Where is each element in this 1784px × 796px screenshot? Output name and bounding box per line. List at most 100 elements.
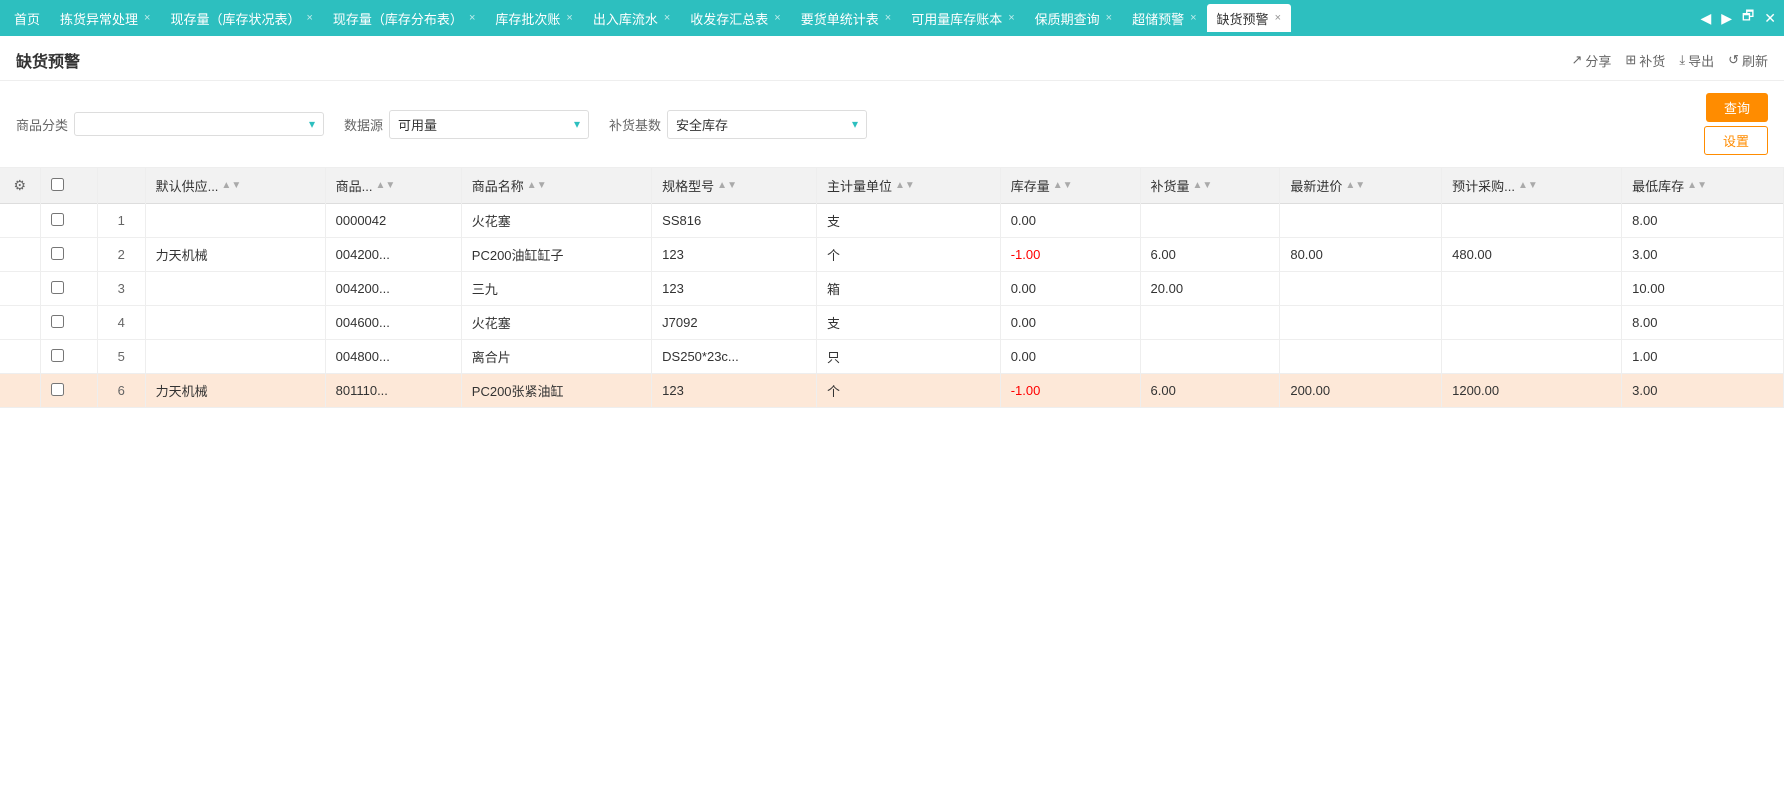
- tab-shortage[interactable]: 缺货预警 ×: [1207, 4, 1291, 32]
- row-gear: [0, 238, 40, 272]
- sort-icon: ▲▼: [717, 181, 737, 191]
- col-spec[interactable]: 规格型号 ▲▼: [652, 168, 817, 204]
- row-default-supplier: 力天机械: [145, 374, 325, 408]
- row-number: 5: [97, 340, 145, 374]
- row-min-stock: 1.00: [1622, 340, 1784, 374]
- row-spec: J7092: [652, 306, 817, 340]
- tab-abnormal[interactable]: 拣货异常处理 ×: [50, 4, 160, 32]
- row-checkbox[interactable]: [40, 238, 97, 272]
- row-number: 4: [97, 306, 145, 340]
- query-button[interactable]: 查询: [1706, 93, 1768, 122]
- row-stock-qty: 0.00: [1000, 340, 1140, 374]
- filter-replenish-base-select[interactable]: 安全库存 ▾: [667, 110, 867, 139]
- settings-button[interactable]: 设置: [1704, 126, 1768, 155]
- replenish-label: 补货: [1639, 51, 1665, 70]
- gear-icon[interactable]: ⚙: [13, 177, 26, 194]
- tab-expiry[interactable]: 保质期查询 ×: [1025, 4, 1122, 32]
- row-latest-price: [1280, 204, 1442, 238]
- row-default-supplier: 力天机械: [145, 238, 325, 272]
- tab-overstock[interactable]: 超储预警 ×: [1122, 4, 1206, 32]
- tab-stock-status[interactable]: 现存量（库存状况表） ×: [160, 4, 322, 32]
- close-tab-inout[interactable]: ×: [664, 12, 670, 24]
- col-replenish-qty[interactable]: 补货量 ▲▼: [1140, 168, 1280, 204]
- row-product-name: PC200张紧油缸: [461, 374, 651, 408]
- col-unit[interactable]: 主计量单位 ▲▼: [816, 168, 1000, 204]
- row-number: 1: [97, 204, 145, 238]
- row-min-stock: 3.00: [1622, 374, 1784, 408]
- select-all-checkbox[interactable]: [51, 178, 64, 191]
- table-row: 3 004200... 三九 123 箱 0.00 20.00 10.00: [0, 272, 1784, 306]
- close-tab-shortage[interactable]: ×: [1275, 12, 1281, 24]
- filter-datasource-value: 可用量: [398, 115, 437, 134]
- close-tab-overstock[interactable]: ×: [1190, 12, 1196, 24]
- col-stock-qty[interactable]: 库存量 ▲▼: [1000, 168, 1140, 204]
- filter-datasource-select[interactable]: 可用量 ▾: [389, 110, 589, 139]
- close-tab-stock-status[interactable]: ×: [306, 12, 312, 24]
- row-product-name: 火花塞: [461, 204, 651, 238]
- col-default-supplier[interactable]: 默认供应... ▲▼: [145, 168, 325, 204]
- row-product-code: 801110...: [325, 374, 461, 408]
- row-select-checkbox[interactable]: [51, 281, 64, 294]
- row-select-checkbox[interactable]: [51, 349, 64, 362]
- row-select-checkbox[interactable]: [51, 315, 64, 328]
- row-select-checkbox[interactable]: [51, 247, 64, 260]
- col-gear[interactable]: ⚙: [0, 168, 40, 204]
- close-tab-batch[interactable]: ×: [566, 12, 572, 24]
- col-product-name[interactable]: 商品名称 ▲▼: [461, 168, 651, 204]
- filter-datasource-arrow-icon: ▾: [574, 117, 580, 131]
- tab-available[interactable]: 可用量库存账本 ×: [901, 4, 1024, 32]
- row-checkbox[interactable]: [40, 340, 97, 374]
- sort-icon: ▲▼: [1518, 181, 1538, 191]
- row-select-checkbox[interactable]: [51, 213, 64, 226]
- close-tab-stock-dist[interactable]: ×: [469, 12, 475, 24]
- tab-home[interactable]: 首页: [4, 4, 50, 32]
- row-product-code: 004200...: [325, 272, 461, 306]
- row-select-checkbox[interactable]: [51, 383, 64, 396]
- close-tab-order-stat[interactable]: ×: [885, 12, 891, 24]
- filter-category-label: 商品分类: [16, 115, 68, 134]
- row-checkbox[interactable]: [40, 272, 97, 306]
- page-title: 缺货预警: [16, 48, 1571, 72]
- col-checkbox[interactable]: [40, 168, 97, 204]
- share-button[interactable]: ↗ 分享: [1571, 51, 1611, 70]
- export-button[interactable]: ⤓ 导出: [1679, 51, 1714, 70]
- row-checkbox[interactable]: [40, 374, 97, 408]
- row-gear: [0, 272, 40, 306]
- tab-prev-button[interactable]: ◀: [1696, 10, 1715, 27]
- row-checkbox[interactable]: [40, 204, 97, 238]
- row-spec: 123: [652, 238, 817, 272]
- close-tab-collect[interactable]: ×: [774, 12, 780, 24]
- main-content: 缺货预警 ↗ 分享 ⊞ 补货 ⤓ 导出 ↺ 刷新 商品分类: [0, 36, 1784, 796]
- refresh-button[interactable]: ↺ 刷新: [1728, 51, 1768, 70]
- tab-inout[interactable]: 出入库流水 ×: [583, 4, 680, 32]
- replenish-button[interactable]: ⊞ 补货: [1625, 51, 1665, 70]
- col-latest-price[interactable]: 最新进价 ▲▼: [1280, 168, 1442, 204]
- row-stock-qty: -1.00: [1000, 238, 1140, 272]
- filter-category-select[interactable]: ▾: [74, 112, 324, 136]
- tab-collect[interactable]: 收发存汇总表 ×: [680, 4, 790, 32]
- filter-category-arrow-icon: ▾: [309, 117, 315, 131]
- row-latest-price: [1280, 272, 1442, 306]
- tab-stock-dist[interactable]: 现存量（库存分布表） ×: [323, 4, 485, 32]
- sort-icon: ▲▼: [1193, 181, 1213, 191]
- tab-restore-button[interactable]: 🗗: [1738, 7, 1758, 29]
- filter-replenish-base-value: 安全库存: [676, 115, 728, 134]
- row-gear: [0, 306, 40, 340]
- close-tab-expiry[interactable]: ×: [1106, 12, 1112, 24]
- share-icon: ↗: [1571, 52, 1582, 68]
- col-min-stock[interactable]: 最低库存 ▲▼: [1622, 168, 1784, 204]
- sort-icon: ▲▼: [895, 181, 915, 191]
- tab-next-button[interactable]: ▶: [1717, 10, 1736, 27]
- close-tab-abnormal[interactable]: ×: [144, 12, 150, 24]
- tab-close-button[interactable]: ✕: [1760, 10, 1780, 27]
- col-est-purchase[interactable]: 预计采购... ▲▼: [1442, 168, 1622, 204]
- col-product-code[interactable]: 商品... ▲▼: [325, 168, 461, 204]
- tab-batch[interactable]: 库存批次账 ×: [485, 4, 582, 32]
- row-product-code: 004200...: [325, 238, 461, 272]
- close-tab-available[interactable]: ×: [1008, 12, 1014, 24]
- row-product-code: 004600...: [325, 306, 461, 340]
- refresh-label: 刷新: [1742, 51, 1768, 70]
- header-actions: ↗ 分享 ⊞ 补货 ⤓ 导出 ↺ 刷新: [1571, 51, 1768, 70]
- tab-order-stat[interactable]: 要货单统计表 ×: [791, 4, 901, 32]
- row-checkbox[interactable]: [40, 306, 97, 340]
